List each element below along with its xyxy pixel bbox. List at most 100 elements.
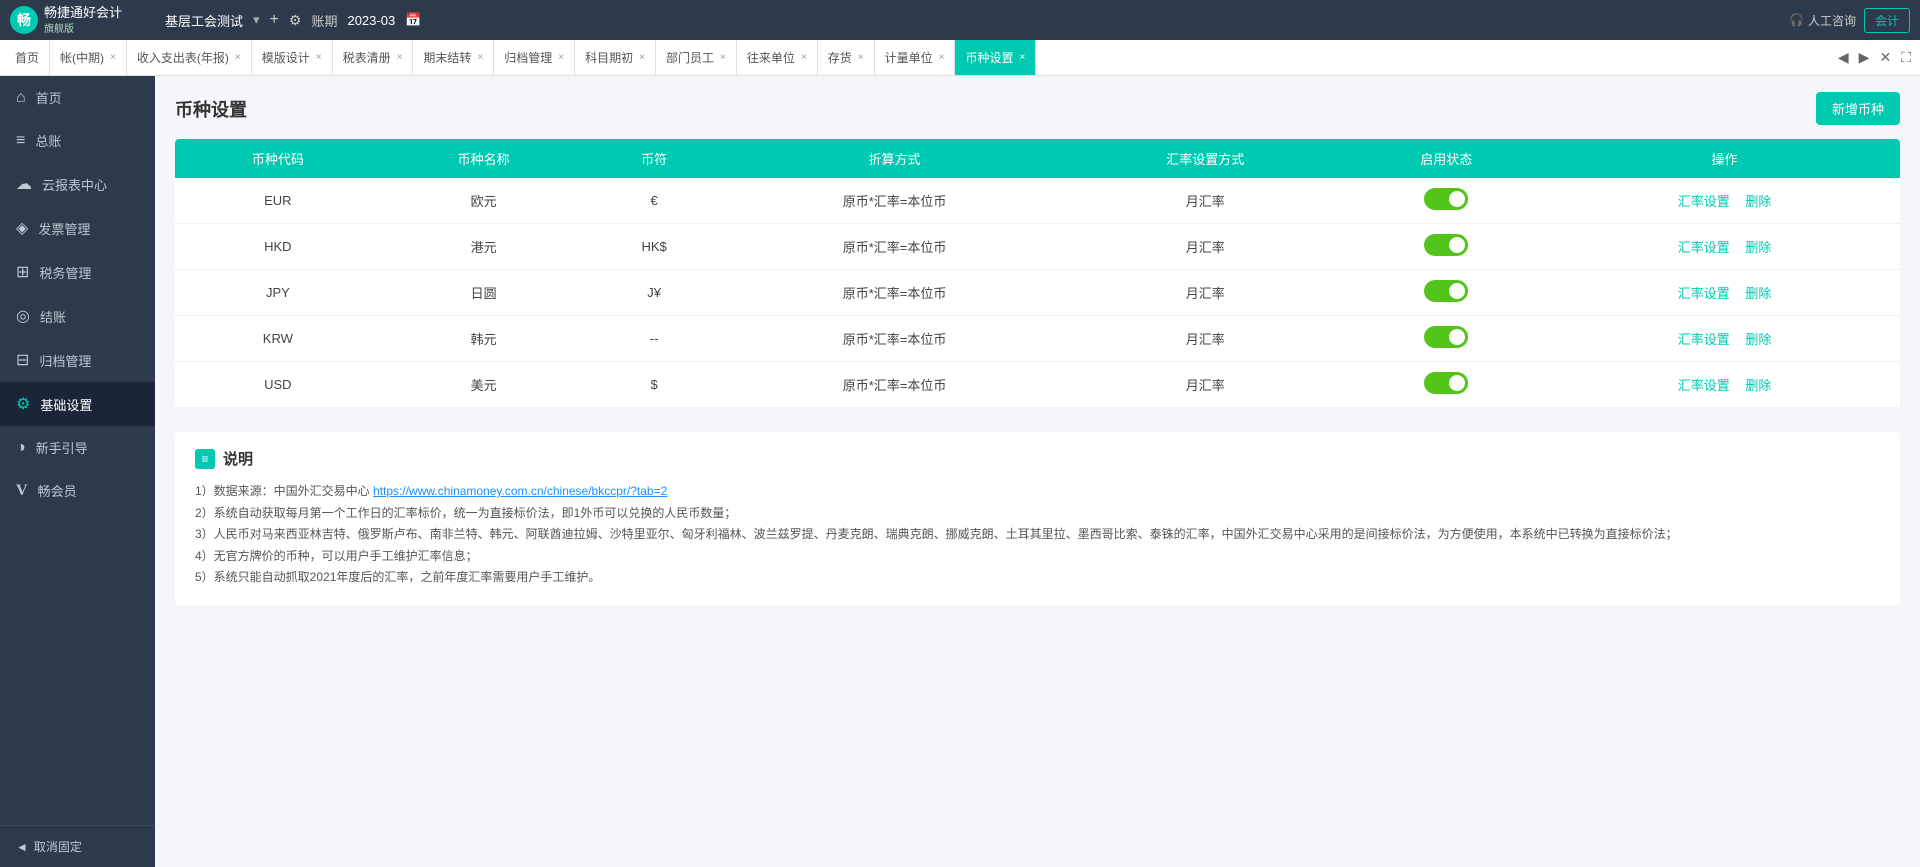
- logo-icon: 畅: [10, 6, 38, 34]
- tab-close-subject[interactable]: ×: [639, 52, 645, 63]
- tab-contact[interactable]: 往来单位 ×: [737, 40, 818, 76]
- toggle-enabled[interactable]: [1424, 326, 1468, 348]
- tab-close-inventory[interactable]: ×: [858, 52, 864, 63]
- sidebar-item-archive[interactable]: ⊟ 归档管理: [0, 338, 155, 382]
- sidebar-item-tax[interactable]: ⊞ 税务管理: [0, 250, 155, 294]
- dropdown-icon[interactable]: ▾: [253, 12, 260, 28]
- top-header: 畅 畅捷通好会计 旗舰版 基层工会测试 ▾ + ⚙ 账期 2023-03 📅 🎧…: [0, 0, 1920, 40]
- sidebar-item-invoice[interactable]: ◈ 发票管理: [0, 206, 155, 250]
- tab-department[interactable]: 部门员工 ×: [656, 40, 737, 76]
- tab-close-template[interactable]: ×: [316, 52, 322, 63]
- company-name[interactable]: 基层工会测试: [165, 11, 243, 30]
- tab-close-archive[interactable]: ×: [558, 52, 564, 63]
- customer-service-btn[interactable]: 🎧 人工咨询: [1789, 12, 1856, 29]
- sidebar-item-member[interactable]: V 畅会员: [0, 469, 155, 512]
- new-currency-button[interactable]: 新增币种: [1816, 92, 1900, 125]
- cell-symbol: --: [586, 316, 721, 362]
- tab-currency[interactable]: 币种设置 ×: [955, 40, 1036, 76]
- cell-code: KRW: [175, 316, 381, 362]
- sidebar-item-settings[interactable]: ⚙ 基础设置: [0, 382, 155, 426]
- cloud-icon: ☁: [16, 174, 32, 194]
- add-tab-icon[interactable]: +: [270, 11, 279, 29]
- tab-subject[interactable]: 科目期初 ×: [575, 40, 656, 76]
- rate-setting-link[interactable]: 汇率设置: [1678, 286, 1730, 301]
- cell-status[interactable]: [1343, 270, 1549, 316]
- desc-link[interactable]: https://www.chinamoney.com.cn/chinese/bk…: [373, 484, 667, 498]
- tab-close-zhangqi[interactable]: ×: [110, 52, 116, 63]
- sidebar-label-member: 畅会员: [38, 481, 77, 500]
- tab-close-contact[interactable]: ×: [801, 52, 807, 63]
- tab-home[interactable]: 首页: [5, 40, 50, 76]
- tab-unit[interactable]: 计量单位 ×: [875, 40, 956, 76]
- table-header-row: 币种代码 币种名称 币符 折算方式 汇率设置方式 启用状态 操作: [175, 139, 1900, 178]
- tab-close-unit[interactable]: ×: [939, 52, 945, 63]
- tax-icon: ⊞: [16, 262, 29, 282]
- tab-close-period-end[interactable]: ×: [477, 52, 483, 63]
- cell-actions: 汇率设置 删除: [1549, 178, 1900, 224]
- tab-prev-icon[interactable]: ◀: [1834, 47, 1853, 68]
- invoice-icon: ◈: [16, 218, 28, 238]
- headset-icon: 🎧: [1789, 13, 1804, 27]
- tab-close-all-icon[interactable]: ✕: [1875, 47, 1895, 68]
- tab-close-currency[interactable]: ×: [1019, 52, 1025, 63]
- col-code: 币种代码: [175, 139, 381, 178]
- cell-status[interactable]: [1343, 178, 1549, 224]
- member-icon: V: [16, 482, 28, 500]
- sidebar-item-checkout[interactable]: ◎ 结账: [0, 294, 155, 338]
- calendar-icon[interactable]: 📅: [405, 12, 421, 28]
- tab-tax[interactable]: 税表清册 ×: [333, 40, 414, 76]
- settings-sidebar-icon: ⚙: [16, 394, 30, 414]
- tab-income[interactable]: 收入支出表(年报) ×: [127, 40, 252, 76]
- col-actions: 操作: [1549, 139, 1900, 178]
- kuaiji-button[interactable]: 会计: [1864, 8, 1910, 33]
- tab-zhangqi[interactable]: 帐(中期) ×: [50, 40, 127, 76]
- page-header: 币种设置 新增币种: [175, 92, 1900, 125]
- cell-status[interactable]: [1343, 316, 1549, 362]
- rate-setting-link[interactable]: 汇率设置: [1678, 378, 1730, 393]
- cell-actions: 汇率设置 删除: [1549, 270, 1900, 316]
- tab-period-end[interactable]: 期末结转 ×: [413, 40, 494, 76]
- tab-template[interactable]: 模版设计 ×: [252, 40, 333, 76]
- home-icon: ⌂: [16, 89, 26, 107]
- delete-link[interactable]: 删除: [1745, 286, 1771, 301]
- rate-setting-link[interactable]: 汇率设置: [1678, 332, 1730, 347]
- tab-close-department[interactable]: ×: [720, 52, 726, 63]
- toggle-enabled[interactable]: [1424, 280, 1468, 302]
- cell-code: JPY: [175, 270, 381, 316]
- desc-item: 2）系统自动获取每月第一个工作日的汇率标价，统一为直接标价法，即1外币可以兑换的…: [195, 503, 1880, 525]
- cell-name: 港元: [381, 224, 587, 270]
- sidebar-label-archive: 归档管理: [39, 351, 91, 370]
- cell-status[interactable]: [1343, 224, 1549, 270]
- sidebar-item-home[interactable]: ⌂ 首页: [0, 76, 155, 119]
- delete-link[interactable]: 删除: [1745, 194, 1771, 209]
- sidebar-item-ledger[interactable]: ≡ 总账: [0, 119, 155, 162]
- desc-title: ≡ 说明: [195, 448, 1880, 469]
- tab-expand-icon[interactable]: ⛶: [1897, 47, 1915, 68]
- delete-link[interactable]: 删除: [1745, 378, 1771, 393]
- cell-rate-type: 月汇率: [1067, 178, 1343, 224]
- toggle-enabled[interactable]: [1424, 372, 1468, 394]
- rate-setting-link[interactable]: 汇率设置: [1678, 194, 1730, 209]
- cell-rate-type: 月汇率: [1067, 316, 1343, 362]
- tab-next-icon[interactable]: ▶: [1855, 47, 1874, 68]
- tab-inventory[interactable]: 存货 ×: [818, 40, 875, 76]
- pin-icon: ◄: [16, 840, 28, 854]
- cell-calc: 原币*汇率=本位币: [722, 362, 1067, 408]
- col-rate-type: 汇率设置方式: [1067, 139, 1343, 178]
- cell-status[interactable]: [1343, 362, 1549, 408]
- tab-close-tax[interactable]: ×: [397, 52, 403, 63]
- rate-setting-link[interactable]: 汇率设置: [1678, 240, 1730, 255]
- sidebar-item-reports[interactable]: ☁ 云报表中心: [0, 162, 155, 206]
- sidebar-item-guide[interactable]: ◑ 新手引导: [0, 426, 155, 469]
- table-row: KRW 韩元 -- 原币*汇率=本位币 月汇率 汇率设置 删除: [175, 316, 1900, 362]
- sidebar-pin-toggle[interactable]: ◄ 取消固定: [0, 825, 155, 867]
- delete-link[interactable]: 删除: [1745, 240, 1771, 255]
- toggle-enabled[interactable]: [1424, 188, 1468, 210]
- tab-archive[interactable]: 归档管理 ×: [494, 40, 575, 76]
- settings-icon[interactable]: ⚙: [289, 12, 302, 29]
- toggle-enabled[interactable]: [1424, 234, 1468, 256]
- tab-close-income[interactable]: ×: [235, 52, 241, 63]
- sidebar-label-tax: 税务管理: [39, 263, 91, 282]
- delete-link[interactable]: 删除: [1745, 332, 1771, 347]
- table-row: JPY 日圆 J¥ 原币*汇率=本位币 月汇率 汇率设置 删除: [175, 270, 1900, 316]
